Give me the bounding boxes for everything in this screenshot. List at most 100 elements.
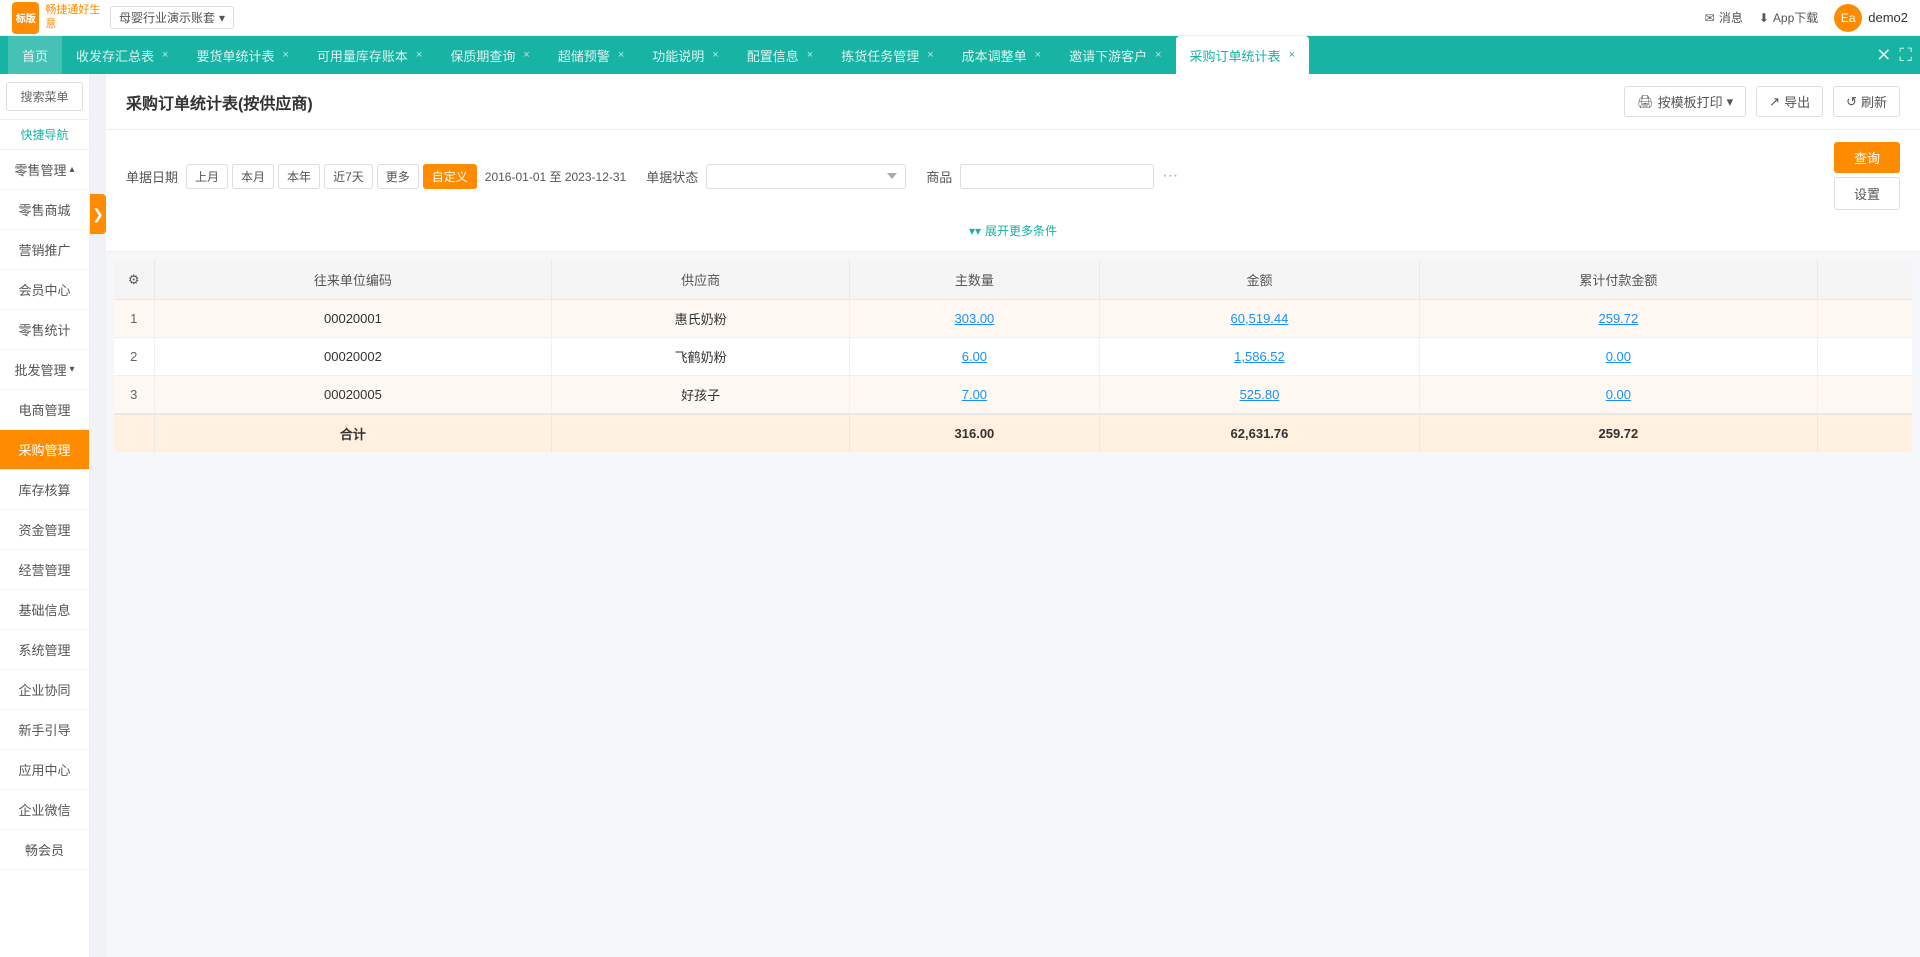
sidebar-item-lingshougouanli[interactable]: 零售管理 ▴ (0, 150, 89, 190)
sidebar-item-yingyongzhongxin[interactable]: 应用中心 (0, 750, 89, 790)
tab-chengbentiaozhen-label: 成本调整单 (962, 46, 1027, 65)
cell-paid[interactable]: 259.72 (1419, 300, 1817, 338)
expand-more-conditions-btn[interactable]: ▾▾ 展开更多条件 (969, 222, 1057, 239)
top-bar: 标版 畅捷通好生意 母婴行业演示账套 ▾ ✉ 消息 ⬇ App下载 Ea dem… (0, 0, 1920, 36)
chevron-down-icon: ▾ (219, 11, 225, 25)
nav-tabs-right: ✕ ⛶ (1876, 45, 1920, 66)
date-btn-custom[interactable]: 自定义 (423, 164, 477, 189)
expand-sidebar-btn[interactable]: ❯ (90, 194, 106, 234)
table-row[interactable]: 2 00020002 飞鹤奶粉 6.00 1,586.52 0.00 (114, 338, 1912, 376)
tab-chaochuyujing[interactable]: 超储预警 × (544, 36, 638, 74)
tab-jianhuorenwu[interactable]: 拣货任务管理 × (827, 36, 947, 74)
workspace-selector[interactable]: 母婴行业演示账套 ▾ (110, 6, 234, 29)
tab-jianhuorenwu-close[interactable]: × (927, 49, 933, 61)
col-extra (1817, 260, 1912, 300)
settings-btn[interactable]: 设置 (1834, 177, 1900, 210)
cell-qty[interactable]: 6.00 (849, 338, 1099, 376)
tab-home-label: 首页 (22, 46, 48, 65)
sidebar-item-changyuanvip[interactable]: 畅会员 (0, 830, 89, 870)
cell-amount[interactable]: 525.80 (1099, 376, 1419, 415)
tab-baozhi-close[interactable]: × (523, 49, 529, 61)
cell-qty[interactable]: 303.00 (849, 300, 1099, 338)
tab-keyongliang[interactable]: 可用量库存账本 × (303, 36, 436, 74)
tab-yaohuo-close[interactable]: × (282, 49, 288, 61)
tab-peizhi[interactable]: 配置信息 × (733, 36, 827, 74)
sidebar-item-pifaguanli[interactable]: 批发管理 ▾ (0, 350, 89, 390)
tab-caigoudingdan[interactable]: 采购订单统计表 × (1176, 36, 1309, 74)
sidebar-item-xitong[interactable]: 系统管理 (0, 630, 89, 670)
tab-shoufacun-close[interactable]: × (162, 49, 168, 61)
date-btn-last-month[interactable]: 上月 (186, 164, 228, 189)
tab-shoufacun[interactable]: 收发存汇总表 × (62, 36, 182, 74)
tab-caigoudingdan-close[interactable]: × (1289, 49, 1295, 61)
page-actions: 🖨 按模板打印 ▾ ↗ 导出 ↺ 刷新 (1624, 86, 1900, 117)
status-select[interactable] (706, 164, 906, 189)
goods-filter-group: 商品 ··· (926, 164, 1178, 189)
goods-input[interactable] (960, 164, 1154, 189)
tab-home[interactable]: 首页 (8, 36, 62, 74)
quick-nav-btn[interactable]: 快捷导航 (0, 120, 89, 150)
sidebar-item-dianshang[interactable]: 电商管理 (0, 390, 89, 430)
cell-paid[interactable]: 0.00 (1419, 376, 1817, 415)
tab-gongneng-close[interactable]: × (712, 49, 718, 61)
sidebar-item-label: 基础信息 (18, 603, 70, 618)
goods-more-btn[interactable]: ··· (1162, 167, 1178, 185)
tab-yaoqing[interactable]: 邀请下游客户 × (1055, 36, 1175, 74)
search-menu-btn[interactable]: 搜索菜单 (6, 82, 83, 111)
table-area: ⚙ 往来单位编码 供应商 主数量 金额 累计付款金额 1 00020001 (114, 260, 1912, 452)
tab-yaohuo[interactable]: 要货单统计表 × (182, 36, 302, 74)
table-row[interactable]: 1 00020001 惠氏奶粉 303.00 60,519.44 259.72 (114, 300, 1912, 338)
cell-amount[interactable]: 1,586.52 (1099, 338, 1419, 376)
tab-baozhi[interactable]: 保质期查询 × (436, 36, 543, 74)
expand-nav-btn[interactable]: ⛶ (1899, 45, 1912, 66)
refresh-btn[interactable]: ↺ 刷新 (1833, 86, 1900, 117)
footer-label: 合计 (154, 414, 552, 452)
cell-no: 3 (114, 376, 154, 415)
col-settings[interactable]: ⚙ (114, 260, 154, 300)
main-table: ⚙ 往来单位编码 供应商 主数量 金额 累计付款金额 1 00020001 (114, 260, 1912, 452)
cell-supplier: 惠氏奶粉 (552, 300, 849, 338)
sidebar-item-zijin[interactable]: 资金管理 (0, 510, 89, 550)
sidebar-item-caigou[interactable]: 采购管理 (0, 430, 89, 470)
tab-peizhi-close[interactable]: × (807, 49, 813, 61)
footer-empty-supplier (552, 414, 849, 452)
cell-amount[interactable]: 60,519.44 (1099, 300, 1419, 338)
sidebar-item-xinshouyindao[interactable]: 新手引导 (0, 710, 89, 750)
chevron-up-icon: ▴ (69, 164, 74, 175)
tab-chaochuyujing-close[interactable]: × (618, 49, 624, 61)
cell-no: 2 (114, 338, 154, 376)
sidebar-item-qiyexietong[interactable]: 企业协同 (0, 670, 89, 710)
query-btn[interactable]: 查询 (1834, 142, 1900, 173)
date-btn-this-year[interactable]: 本年 (278, 164, 320, 189)
date-btn-this-month[interactable]: 本月 (232, 164, 274, 189)
sidebar-search-area: 搜索菜单 (0, 74, 89, 120)
tab-keyongliang-close[interactable]: × (416, 49, 422, 61)
table-row[interactable]: 3 00020005 好孩子 7.00 525.80 0.00 (114, 376, 1912, 415)
message-btn[interactable]: ✉ 消息 (1705, 9, 1743, 26)
sidebar-item-huiyuanzhongxin[interactable]: 会员中心 (0, 270, 89, 310)
sidebar-item-lingshougouanli-shangcheng[interactable]: 零售商城 (0, 190, 89, 230)
cell-paid[interactable]: 0.00 (1419, 338, 1817, 376)
sidebar-item-jingying[interactable]: 经营管理 (0, 550, 89, 590)
sidebar-item-kucun[interactable]: 库存核算 (0, 470, 89, 510)
sidebar-item-label: 系统管理 (18, 643, 70, 658)
avatar: Ea (1834, 4, 1862, 32)
cell-qty[interactable]: 7.00 (849, 376, 1099, 415)
sidebar-item-yingxiaotuiguang[interactable]: 营销推广 (0, 230, 89, 270)
app-download-btn[interactable]: ⬇ App下载 (1759, 9, 1818, 26)
tab-chengbentiaozhen[interactable]: 成本调整单 × (948, 36, 1055, 74)
cell-extra (1817, 338, 1912, 376)
template-print-btn[interactable]: 🖨 按模板打印 ▾ (1624, 86, 1746, 117)
sidebar-item-lingshoutonji[interactable]: 零售统计 (0, 310, 89, 350)
gear-icon[interactable]: ⚙ (128, 272, 140, 287)
tab-yaoqing-close[interactable]: × (1155, 49, 1161, 61)
date-btn-7days[interactable]: 近7天 (324, 164, 373, 189)
sidebar-item-qiyeweixin[interactable]: 企业微信 (0, 790, 89, 830)
date-btn-more[interactable]: 更多 (377, 164, 419, 189)
export-btn[interactable]: ↗ 导出 (1756, 86, 1823, 117)
close-all-tabs-btn[interactable]: ✕ (1876, 45, 1891, 66)
tab-gongneng[interactable]: 功能说明 × (638, 36, 732, 74)
col-supplier: 供应商 (552, 260, 849, 300)
sidebar-item-jichu[interactable]: 基础信息 (0, 590, 89, 630)
tab-chengbentiaozhen-close[interactable]: × (1035, 49, 1041, 61)
